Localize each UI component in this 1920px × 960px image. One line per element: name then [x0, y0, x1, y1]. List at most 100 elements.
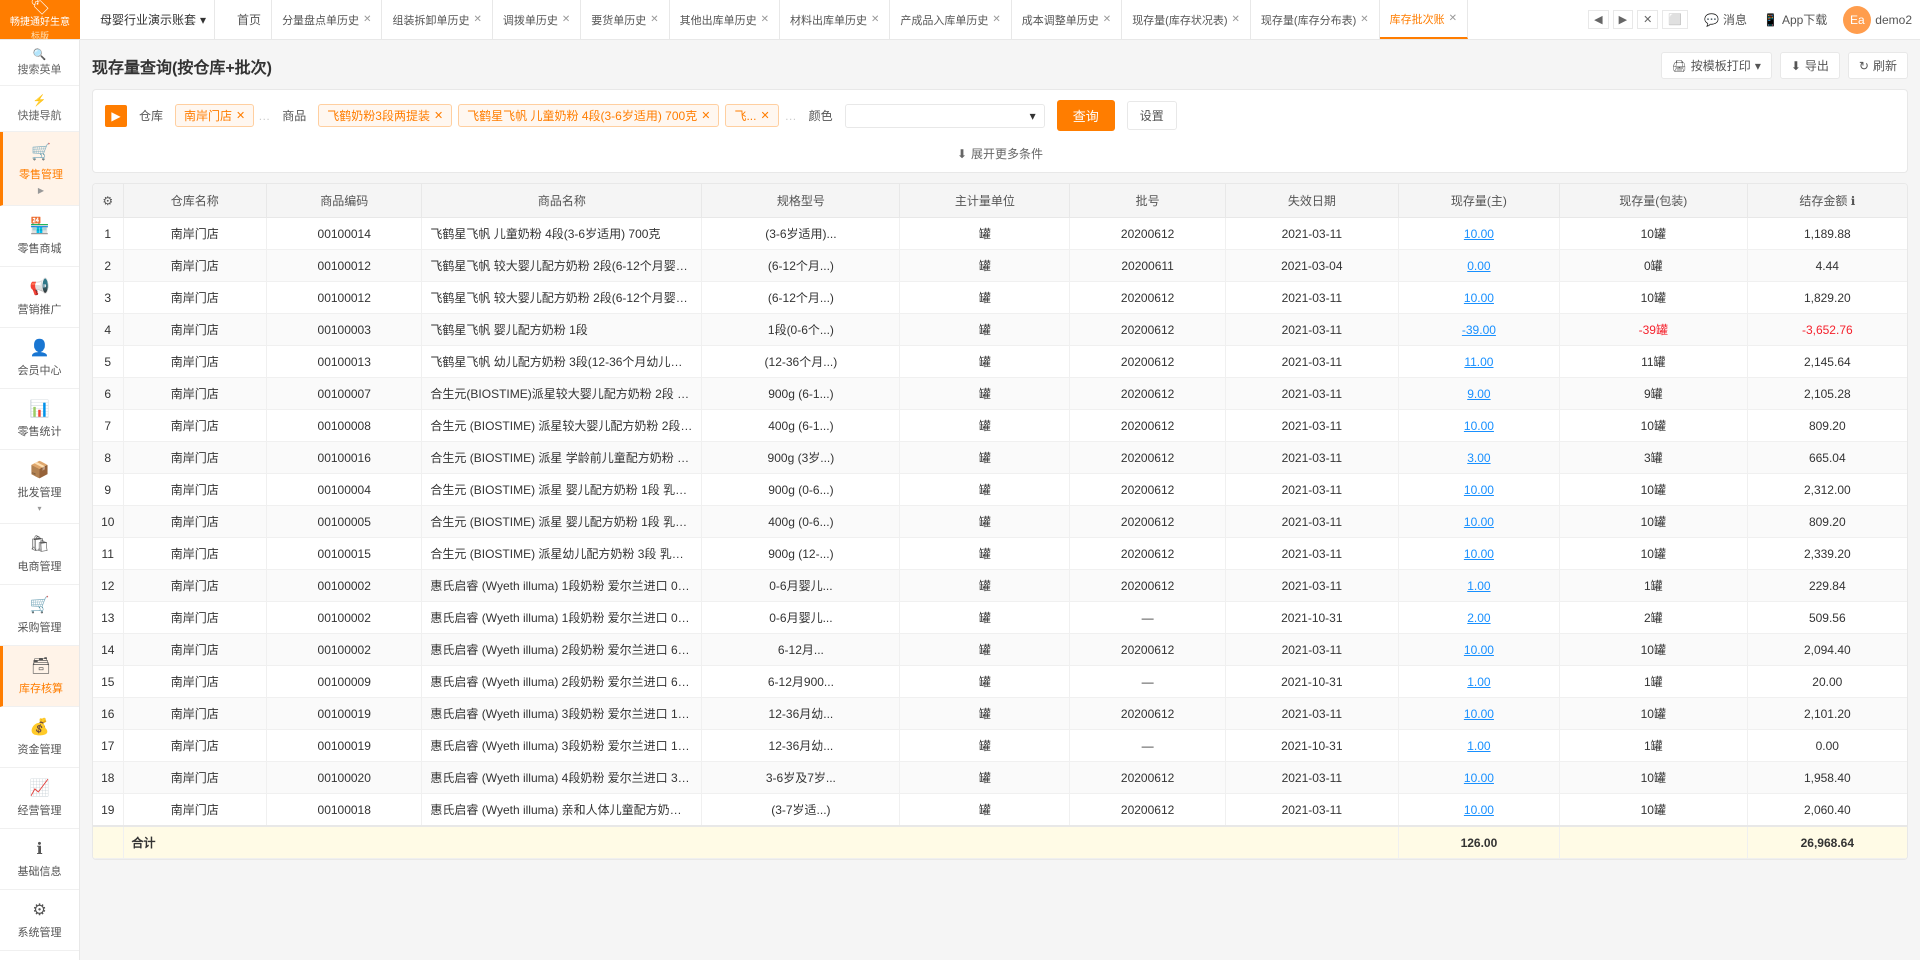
row-qty-main[interactable]: 10.00 [1398, 474, 1559, 506]
tab-inventory-history[interactable]: 分量盘点单历史✕ [272, 0, 382, 39]
tab-transfer-history[interactable]: 调拨单历史✕ [493, 0, 581, 39]
sidebar-item-basic[interactable]: ℹ 基础信息 [0, 829, 79, 890]
col-settings[interactable]: ⚙ [93, 184, 123, 218]
sidebar-item-shop[interactable]: 🏪 零售商城 [0, 206, 79, 267]
retail-icon: 🛒 [31, 142, 51, 162]
sidebar-item-finance[interactable]: 💰 资金管理 [0, 707, 79, 768]
table-row: 13 南岸门店 00100002 惠氏启睿 (Wyeth illuma) 1段奶… [93, 602, 1907, 634]
search-menu-btn[interactable]: 🔍 搜索英单 [0, 40, 79, 86]
warehouse-more[interactable]: … [258, 109, 270, 123]
row-warehouse: 南岸门店 [123, 602, 267, 634]
sidebar-item-marketing[interactable]: 📢 营销推广 [0, 267, 79, 328]
inventory-icon: 🗃 [31, 656, 51, 676]
row-qty-pkg: 10罐 [1559, 794, 1747, 827]
row-no: 2 [93, 250, 123, 282]
row-qty-main[interactable]: 10.00 [1398, 794, 1559, 827]
sidebar-item-system[interactable]: ⚙ 系统管理 [0, 890, 79, 951]
expand-more-btn[interactable]: ⬇ 展开更多条件 [957, 145, 1043, 162]
row-qty-main[interactable]: 10.00 [1398, 410, 1559, 442]
row-code: 00100002 [267, 602, 422, 634]
sidebar-item-member[interactable]: 👤 会员中心 [0, 328, 79, 389]
row-spec: (6-12个月...) [702, 282, 900, 314]
setting-btn[interactable]: 设置 [1127, 101, 1177, 130]
table-footer-row: 合计 126.00 26,968.64 [93, 826, 1907, 859]
user-menu[interactable]: Ea demo2 [1843, 6, 1912, 34]
row-qty-main[interactable]: 1.00 [1398, 730, 1559, 762]
row-qty-main[interactable]: 11.00 [1398, 346, 1559, 378]
table-row: 5 南岸门店 00100013 飞鹤星飞帆 幼儿配方奶粉 3段(12-36个月幼… [93, 346, 1907, 378]
row-qty-main[interactable]: 10.00 [1398, 762, 1559, 794]
row-spec: 400g (6-1...) [702, 410, 900, 442]
quick-nav-btn[interactable]: ⚡ 快捷导航 [0, 86, 79, 132]
row-spec: 6-12月900... [702, 666, 900, 698]
row-qty-main[interactable]: 10.00 [1398, 538, 1559, 570]
table-row: 8 南岸门店 00100016 合生元 (BIOSTIME) 派星 学龄前儿童配… [93, 442, 1907, 474]
table-row: 6 南岸门店 00100007 合生元(BIOSTIME)派星较大婴儿配方奶粉 … [93, 378, 1907, 410]
row-qty-main[interactable]: 10.00 [1398, 506, 1559, 538]
row-batch: 20200612 [1070, 410, 1225, 442]
tab-batch-ledger[interactable]: 库存批次账✕ [1380, 0, 1468, 39]
color-select[interactable]: ▾ [845, 104, 1045, 128]
tab-expand-btn[interactable]: ⬜ [1662, 10, 1688, 29]
account-dropdown[interactable]: 母婴行业演示账套 ▾ [92, 0, 215, 40]
tab-assembly-history[interactable]: 组装拆卸单历史✕ [382, 0, 492, 39]
table-row: 17 南岸门店 00100019 惠氏启睿 (Wyeth illuma) 3段奶… [93, 730, 1907, 762]
sidebar-item-collab[interactable]: 🤝 企业协同 [0, 951, 79, 960]
product-tag-2-remove[interactable]: ✕ [701, 109, 710, 122]
row-qty-main[interactable]: 10.00 [1398, 698, 1559, 730]
row-expire: 2021-03-11 [1225, 538, 1398, 570]
row-expire: 2021-03-11 [1225, 442, 1398, 474]
warehouse-tag-remove[interactable]: ✕ [236, 109, 245, 122]
ecommerce-icon: 🛍 [29, 534, 49, 554]
row-qty-main[interactable]: 9.00 [1398, 378, 1559, 410]
product-tag-1-remove[interactable]: ✕ [434, 109, 443, 122]
row-qty-main[interactable]: 2.00 [1398, 602, 1559, 634]
table-row: 15 南岸门店 00100009 惠氏启睿 (Wyeth illuma) 2段奶… [93, 666, 1907, 698]
row-qty-main[interactable]: 3.00 [1398, 442, 1559, 474]
template-print-btn[interactable]: 🖨 按模板打印 ▾ [1661, 52, 1772, 79]
tab-stock-dist[interactable]: 现存量(库存分布表)✕ [1251, 0, 1380, 39]
sidebar-item-retail-stats[interactable]: 📊 零售统计 [0, 389, 79, 450]
tab-stock-status[interactable]: 现存量(库存状况表)✕ [1122, 0, 1251, 39]
tab-close-btn[interactable]: ✕ [1637, 10, 1658, 29]
row-warehouse: 南岸门店 [123, 346, 267, 378]
filter-toggle-btn[interactable]: ▶ [105, 105, 127, 127]
row-qty-main[interactable]: 1.00 [1398, 666, 1559, 698]
app-download-btn[interactable]: 📱 App下载 [1763, 11, 1827, 28]
row-name: 惠氏启睿 (Wyeth illuma) 4段奶粉 爱尔兰进口 3-6岁及7... [422, 762, 702, 794]
sidebar-item-purchase[interactable]: 🛒 采购管理 [0, 585, 79, 646]
tab-order-history[interactable]: 要货单历史✕ [581, 0, 669, 39]
product-tag-3-remove[interactable]: ✕ [760, 109, 769, 122]
row-batch: 20200612 [1070, 762, 1225, 794]
row-qty-pkg: 11罐 [1559, 346, 1747, 378]
row-qty-main[interactable]: 10.00 [1398, 634, 1559, 666]
tab-home[interactable]: 首页 [227, 0, 272, 39]
row-qty-main[interactable]: 0.00 [1398, 250, 1559, 282]
tab-prev-btn[interactable]: ◀ [1588, 10, 1608, 29]
stats-icon: 📊 [30, 399, 50, 419]
row-no: 17 [93, 730, 123, 762]
row-qty-main: -39.00 [1398, 314, 1559, 346]
row-amount: 2,105.28 [1747, 378, 1907, 410]
export-btn[interactable]: ⬇ 导出 [1780, 52, 1840, 79]
message-btn[interactable]: 💬 消息 [1704, 11, 1747, 28]
row-qty-main[interactable]: 1.00 [1398, 570, 1559, 602]
tab-cost-adjust[interactable]: 成本调整单历史✕ [1012, 0, 1122, 39]
footer-qty-pkg [1559, 826, 1747, 859]
row-qty-main[interactable]: 10.00 [1398, 218, 1559, 250]
row-qty-main[interactable]: 10.00 [1398, 282, 1559, 314]
table-row: 14 南岸门店 00100002 惠氏启睿 (Wyeth illuma) 2段奶… [93, 634, 1907, 666]
tab-next-btn[interactable]: ▶ [1613, 10, 1633, 29]
sidebar-item-inventory[interactable]: 🗃 库存核算 [0, 646, 79, 707]
sidebar-item-wholesale[interactable]: 📦 批发管理 ▾ [0, 450, 79, 524]
sidebar-item-retail[interactable]: 🛒 零售管理 ▶ [0, 132, 79, 206]
sidebar-item-ecommerce[interactable]: 🛍 电商管理 [0, 524, 79, 585]
tab-material-outbound[interactable]: 材料出库单历史✕ [780, 0, 890, 39]
refresh-btn[interactable]: ↻ 刷新 [1848, 52, 1908, 79]
tab-other-outbound[interactable]: 其他出库单历史✕ [670, 0, 780, 39]
tab-product-inbound[interactable]: 产成品入库单历史✕ [890, 0, 1011, 39]
product-more[interactable]: … [785, 109, 797, 123]
table-row: 10 南岸门店 00100005 合生元 (BIOSTIME) 派星 婴儿配方奶… [93, 506, 1907, 538]
sidebar-item-business[interactable]: 📈 经营管理 [0, 768, 79, 829]
query-btn[interactable]: 查询 [1057, 100, 1115, 131]
